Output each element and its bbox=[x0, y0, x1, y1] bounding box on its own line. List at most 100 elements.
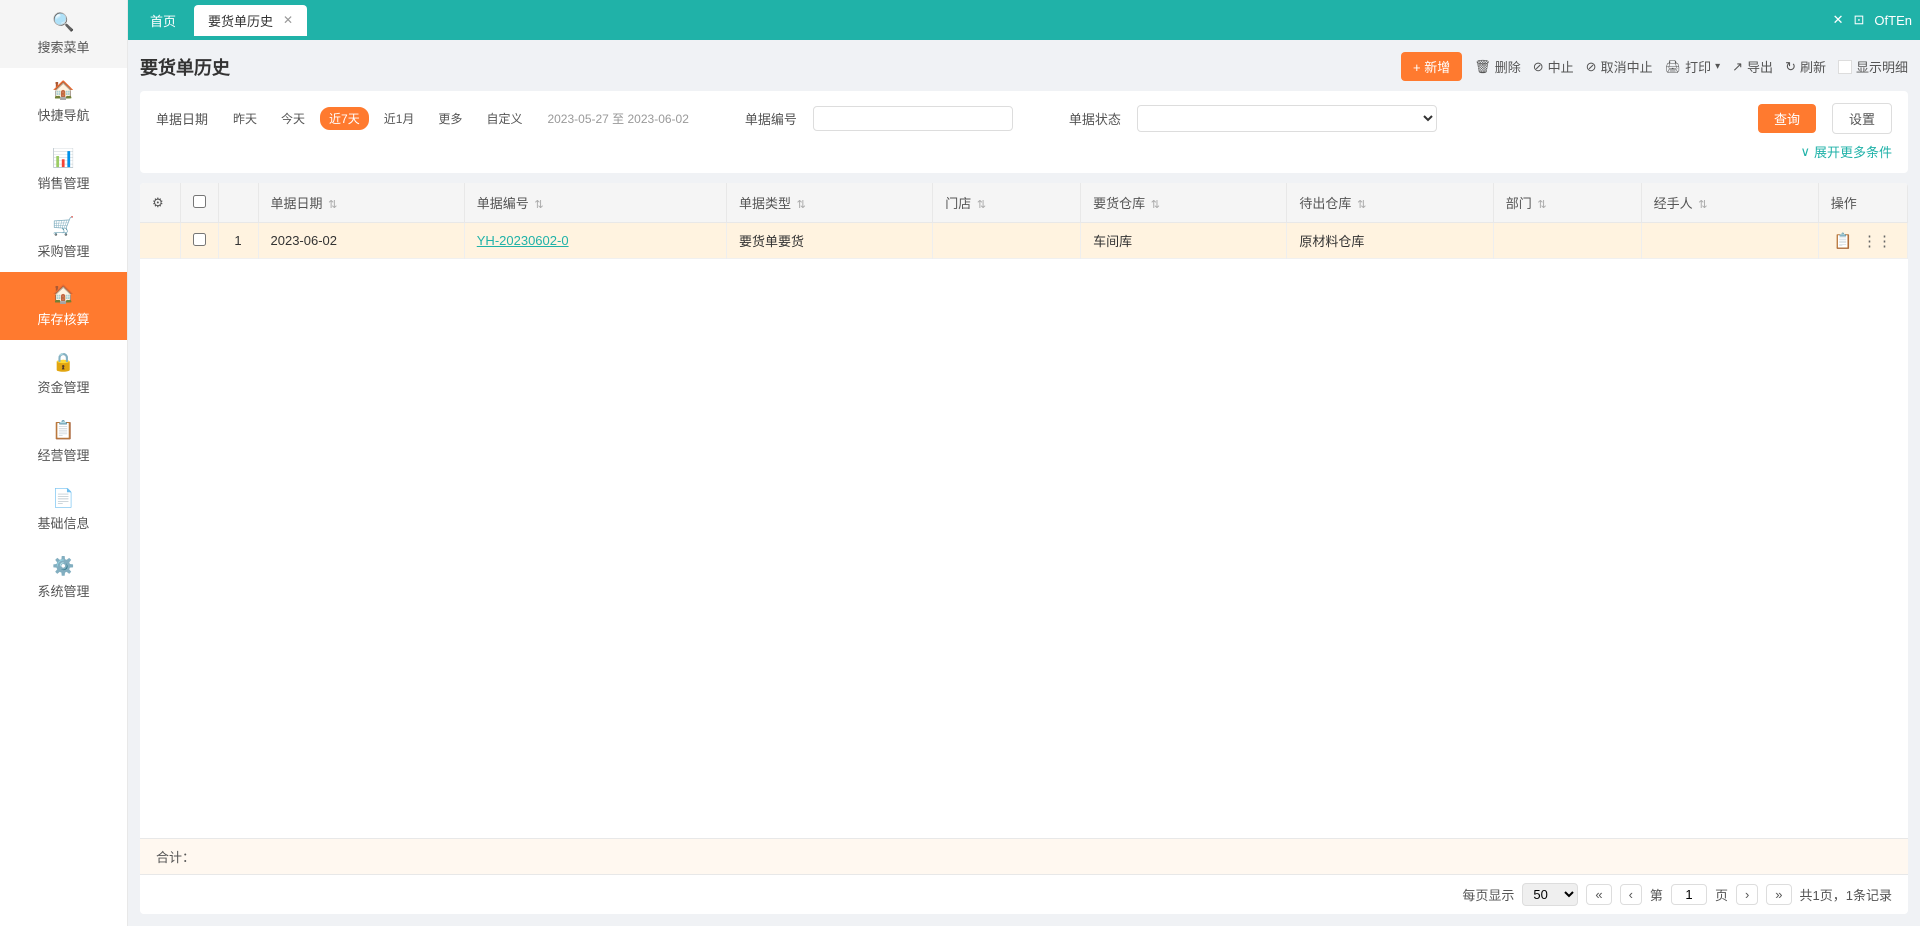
refresh-button[interactable]: ↻ 刷新 bbox=[1785, 57, 1826, 76]
col-date[interactable]: 单据日期 ⇅ bbox=[258, 183, 464, 223]
tab-close-icon[interactable]: ✕ bbox=[283, 13, 293, 27]
window-close-icon[interactable]: ✕ bbox=[1833, 12, 1844, 28]
status-select[interactable] bbox=[1137, 105, 1437, 132]
chart-icon: 📊 bbox=[52, 148, 74, 169]
date-btn-yesterday[interactable]: 昨天 bbox=[224, 107, 266, 130]
row-type: 要货单要货 bbox=[739, 234, 804, 249]
col-date-label: 单据日期 bbox=[271, 196, 323, 211]
sidebar-item-system[interactable]: ⚙️ 系统管理 bbox=[0, 544, 127, 612]
col-request-wh[interactable]: 要货仓库 ⇅ bbox=[1081, 183, 1287, 223]
sidebar: 🔍 搜索菜单 🏠 快捷导航 📊 销售管理 🛒 采购管理 🏠 库存核算 🔒 资金管… bbox=[0, 0, 128, 926]
cancel-suspend-button[interactable]: ⊘ 取消中止 bbox=[1586, 57, 1653, 76]
main-area: 首页 要货单历史 ✕ ✕ ⊡ OfTEn 要货单历史 + 新增 🗑 删除 bbox=[128, 0, 1920, 926]
first-page-button[interactable]: « bbox=[1586, 884, 1611, 905]
sidebar-item-finance[interactable]: 🔒 资金管理 bbox=[0, 340, 127, 408]
table-settings-icon[interactable]: ⚙ bbox=[152, 195, 164, 210]
operations-icon: 📋 bbox=[52, 420, 74, 441]
sidebar-item-base[interactable]: 📄 基础信息 bbox=[0, 476, 127, 544]
date-btn-today[interactable]: 今天 bbox=[272, 107, 314, 130]
select-all-checkbox[interactable] bbox=[193, 195, 206, 208]
chevron-down-icon: ∨ bbox=[1800, 144, 1810, 160]
col-request-wh-label: 要货仓库 bbox=[1093, 196, 1145, 211]
home-icon: 🏠 bbox=[52, 80, 74, 101]
page-label: 第 bbox=[1650, 885, 1663, 904]
date-btn-more[interactable]: 更多 bbox=[429, 107, 471, 130]
sidebar-item-search[interactable]: 🔍 搜索菜单 bbox=[0, 0, 127, 68]
row-num: 1 bbox=[234, 233, 241, 248]
total-info: 共1页，1条记录 bbox=[1800, 885, 1892, 904]
row-settings-cell bbox=[140, 223, 180, 259]
sidebar-item-label: 资金管理 bbox=[37, 377, 89, 396]
sidebar-item-inventory[interactable]: 🏠 库存核算 bbox=[0, 272, 127, 340]
sidebar-item-sales[interactable]: 📊 销售管理 bbox=[0, 136, 127, 204]
table-header-row: ⚙ 单据日期 ⇅ 单据编号 ⇅ bbox=[140, 183, 1908, 223]
expand-more-btn[interactable]: ∨ 展开更多条件 bbox=[1800, 142, 1892, 161]
row-handler-cell bbox=[1641, 223, 1818, 259]
col-type[interactable]: 单据类型 ⇅ bbox=[727, 183, 933, 223]
row-request-wh: 车间库 bbox=[1093, 234, 1132, 249]
col-handler[interactable]: 经手人 ⇅ bbox=[1641, 183, 1818, 223]
col-pending-wh[interactable]: 待出仓库 ⇅ bbox=[1287, 183, 1493, 223]
row-edit-icon[interactable]: 📋 bbox=[1834, 233, 1853, 250]
next-page-button[interactable]: › bbox=[1736, 884, 1758, 905]
refresh-label: 刷新 bbox=[1800, 57, 1826, 76]
search-button[interactable]: 查询 bbox=[1758, 104, 1816, 133]
sort-handler-icon: ⇅ bbox=[1698, 199, 1707, 211]
page-unit-label: 页 bbox=[1715, 885, 1728, 904]
footer-label: 合计： bbox=[156, 850, 195, 865]
cancel-suspend-icon: ⊘ bbox=[1586, 59, 1597, 75]
page-number-input[interactable] bbox=[1671, 884, 1707, 905]
sidebar-item-label: 搜索菜单 bbox=[37, 37, 89, 56]
filter-bar: 单据日期 昨天 今天 近7天 近1月 更多 自定义 2023-05-27 至 2… bbox=[140, 91, 1908, 173]
print-button[interactable]: 🖨 打印 ▾ bbox=[1665, 57, 1721, 76]
display-detail-label: 显示明细 bbox=[1856, 57, 1908, 76]
sort-request-wh-icon: ⇅ bbox=[1151, 199, 1160, 211]
sidebar-item-quicknav[interactable]: 🏠 快捷导航 bbox=[0, 68, 127, 136]
sidebar-item-operations[interactable]: 📋 经营管理 bbox=[0, 408, 127, 476]
settings-button[interactable]: 设置 bbox=[1832, 103, 1892, 134]
sidebar-item-label: 系统管理 bbox=[37, 581, 89, 600]
row-checkbox[interactable] bbox=[193, 233, 206, 246]
tab-home-label: 首页 bbox=[150, 11, 176, 30]
table-body: 1 2023-06-02 YH-20230602-0 要货单要货 bbox=[140, 223, 1908, 259]
window-restore-icon[interactable]: ⊡ bbox=[1854, 12, 1865, 28]
sidebar-item-label: 基础信息 bbox=[37, 513, 89, 532]
page-size-label: 每页显示 bbox=[1462, 885, 1514, 904]
date-btn-1month[interactable]: 近1月 bbox=[375, 107, 424, 130]
filter-row-1: 单据日期 昨天 今天 近7天 近1月 更多 自定义 2023-05-27 至 2… bbox=[156, 103, 1892, 134]
data-table: ⚙ 单据日期 ⇅ 单据编号 ⇅ bbox=[140, 183, 1908, 259]
display-detail-toggle[interactable]: 显示明细 bbox=[1838, 57, 1908, 76]
refresh-icon: ↻ bbox=[1785, 59, 1796, 75]
row-action-cell: 📋 ⋮⋮ bbox=[1818, 223, 1907, 259]
col-code[interactable]: 单据编号 ⇅ bbox=[464, 183, 726, 223]
inventory-icon: 🏠 bbox=[52, 284, 74, 305]
print-label: 打印 bbox=[1685, 57, 1711, 76]
col-shop[interactable]: 门店 ⇅ bbox=[933, 183, 1081, 223]
row-shop-cell bbox=[933, 223, 1081, 259]
col-dept[interactable]: 部门 ⇅ bbox=[1493, 183, 1641, 223]
tab-request-history-label: 要货单历史 bbox=[208, 11, 273, 30]
suspend-button[interactable]: ⊘ 中止 bbox=[1533, 57, 1574, 76]
delete-button[interactable]: 🗑 删除 bbox=[1474, 57, 1521, 76]
last-page-button[interactable]: » bbox=[1766, 884, 1791, 905]
date-btn-7days[interactable]: 近7天 bbox=[320, 107, 369, 130]
tab-bar-right: ✕ ⊡ OfTEn bbox=[1833, 12, 1912, 28]
doc-num-input[interactable] bbox=[813, 106, 1013, 131]
row-more-icon[interactable]: ⋮⋮ bbox=[1862, 233, 1892, 250]
tab-home[interactable]: 首页 bbox=[136, 5, 190, 36]
delete-icon: 🗑 bbox=[1474, 59, 1491, 75]
page-size-select[interactable]: 10 20 50 100 bbox=[1522, 883, 1578, 906]
new-button[interactable]: + 新增 bbox=[1401, 52, 1462, 81]
col-action: 操作 bbox=[1818, 183, 1907, 223]
row-date: 2023-06-02 bbox=[271, 233, 338, 248]
display-detail-checkbox[interactable] bbox=[1838, 60, 1852, 74]
sort-code-icon: ⇅ bbox=[534, 199, 543, 211]
row-code-link[interactable]: YH-20230602-0 bbox=[477, 233, 569, 248]
date-range-display: 2023-05-27 至 2023-06-02 bbox=[547, 110, 688, 127]
export-button[interactable]: ↗ 导出 bbox=[1732, 57, 1773, 76]
tab-request-history[interactable]: 要货单历史 ✕ bbox=[194, 5, 307, 36]
sidebar-item-purchase[interactable]: 🛒 采购管理 bbox=[0, 204, 127, 272]
prev-page-button[interactable]: ‹ bbox=[1620, 884, 1642, 905]
date-btn-custom[interactable]: 自定义 bbox=[477, 107, 531, 130]
col-pending-wh-label: 待出仓库 bbox=[1299, 196, 1351, 211]
